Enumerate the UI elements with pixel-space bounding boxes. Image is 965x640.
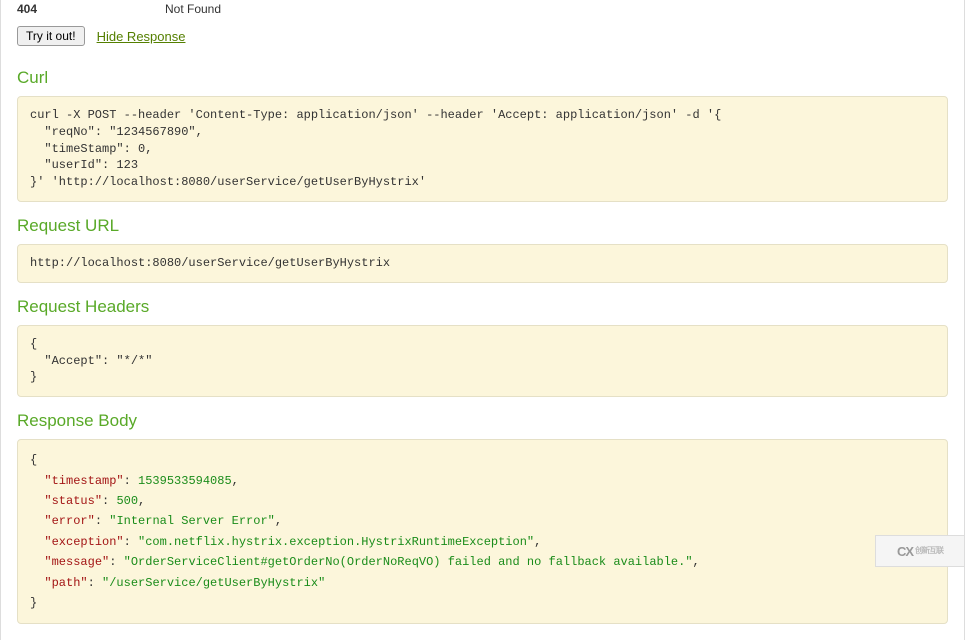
json-val-status: 500 — [116, 494, 138, 508]
response-body-title: Response Body — [17, 411, 948, 431]
curl-title: Curl — [17, 68, 948, 88]
request-url-content: http://localhost:8080/userService/getUse… — [17, 244, 948, 283]
try-it-out-button[interactable]: Try it out! — [17, 26, 85, 46]
watermark-logo: CX 创新互联 — [875, 535, 965, 567]
json-val-message: OrderServiceClient#getOrderNo(OrderNoReq… — [131, 555, 686, 569]
json-val-error: Internal Server Error — [116, 514, 267, 528]
json-val-timestamp: 1539533594085 — [138, 474, 232, 488]
json-key-error: error — [52, 514, 88, 528]
status-desc: Not Found — [165, 2, 221, 16]
json-key-message: message — [52, 555, 102, 569]
request-url-title: Request URL — [17, 216, 948, 236]
json-key-status: status — [52, 494, 95, 508]
hide-response-link[interactable]: Hide Response — [97, 29, 186, 44]
status-code: 404 — [17, 2, 165, 16]
request-headers-content: { "Accept": "*/*" } — [17, 325, 948, 397]
request-headers-title: Request Headers — [17, 297, 948, 317]
json-key-timestamp: timestamp — [52, 474, 117, 488]
json-val-exception: com.netflix.hystrix.exception.HystrixRun… — [145, 535, 527, 549]
action-row: Try it out! Hide Response — [17, 22, 948, 54]
curl-content: curl -X POST --header 'Content-Type: app… — [17, 96, 948, 202]
json-key-exception: exception — [52, 535, 117, 549]
json-val-path: /userService/getUserByHystrix — [109, 576, 318, 590]
response-body-content: { "timestamp": 1539533594085, "status": … — [17, 439, 948, 624]
watermark-logo-text: CX — [897, 544, 913, 559]
status-row: 404 Not Found — [17, 0, 948, 22]
watermark-cn-text: 创新互联 — [915, 547, 943, 555]
json-key-path: path — [52, 576, 81, 590]
